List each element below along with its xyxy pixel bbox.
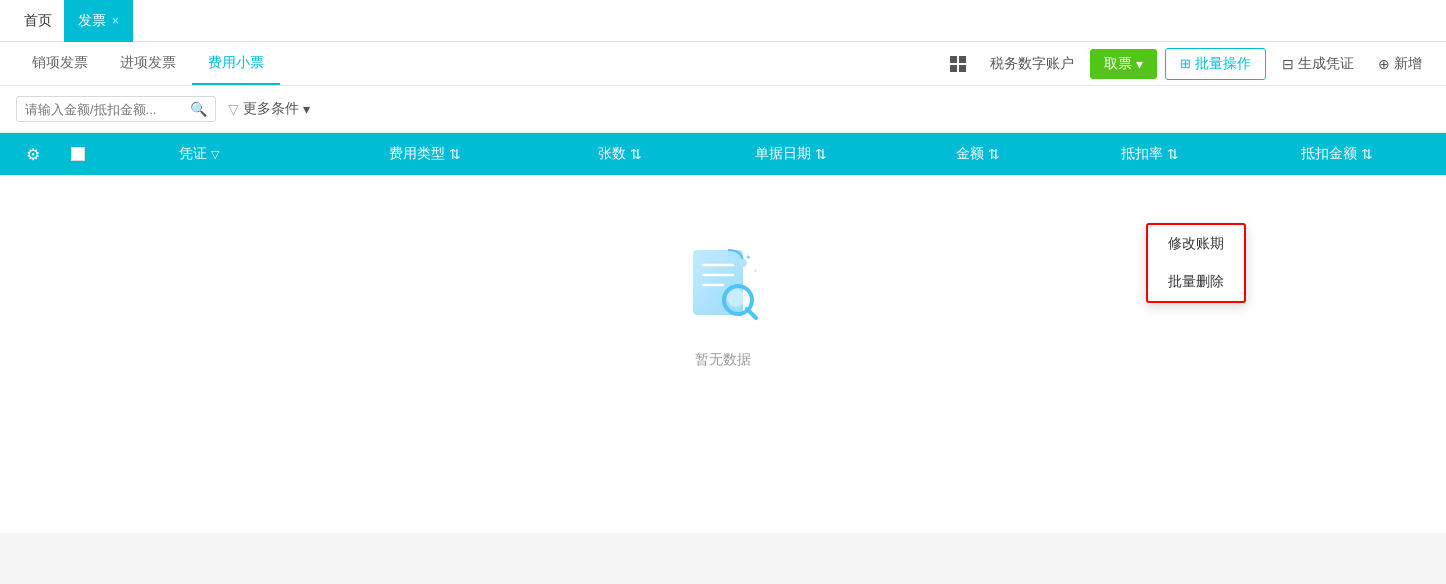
add-button[interactable]: ⊕ 新增 [1370, 49, 1430, 79]
svg-text:✦: ✦ [745, 253, 752, 262]
take-ticket-chevron-icon: ▾ [1136, 56, 1143, 72]
batch-op-icon: ⊞ [1180, 56, 1191, 71]
search-input-wrap[interactable]: 🔍 [16, 96, 216, 122]
search-icon: 🔍 [190, 101, 207, 117]
empty-text: 暂无数据 [695, 351, 751, 369]
th-deduct-rate: 抵扣率 ⇅ [1064, 145, 1235, 163]
batch-op-dropdown: 修改账期 批量删除 [1146, 223, 1246, 303]
search-input[interactable] [25, 102, 184, 117]
batch-op-button[interactable]: ⊞ 批量操作 [1165, 48, 1266, 80]
dropdown-item-modify-period[interactable]: 修改账期 [1148, 225, 1244, 263]
svg-point-6 [727, 289, 745, 307]
add-icon: ⊕ [1378, 56, 1390, 72]
th-checkbox[interactable] [58, 147, 98, 161]
empty-illustration: ✦ ✦ [673, 235, 773, 335]
tax-account-button[interactable]: 税务数字账户 [982, 55, 1082, 73]
add-label: 新增 [1394, 55, 1422, 73]
svg-text:✦: ✦ [753, 268, 758, 274]
gen-voucher-button[interactable]: ⊟ 生成凭证 [1274, 49, 1362, 79]
home-tab[interactable]: 首页 [12, 12, 64, 30]
tab-expense-receipt[interactable]: 费用小票 [192, 42, 280, 85]
sort-icon-deduct-rate[interactable]: ⇅ [1167, 146, 1179, 162]
sort-icon-date[interactable]: ⇅ [815, 146, 827, 162]
sub-tabs-left: 销项发票 进项发票 费用小票 [16, 42, 280, 85]
th-settings[interactable]: ⚙ [8, 145, 58, 164]
th-count: 张数 ⇅ [550, 145, 690, 163]
invoice-tab-label: 发票 [78, 12, 106, 30]
more-filter-label: 更多条件 [243, 100, 299, 118]
qr-icon [950, 56, 966, 72]
more-filter-chevron-icon: ▾ [303, 101, 310, 117]
filter-bar: 🔍 ▽ 更多条件 ▾ [0, 86, 1446, 133]
filter-icon: ▽ [228, 101, 239, 117]
invoice-tab[interactable]: 发票 × [64, 0, 133, 42]
top-nav: 首页 发票 × [0, 0, 1446, 42]
sub-tabs-right: 税务数字账户 取票 ▾ ⊞ 批量操作 ⊟ 生成凭证 ⊕ 新增 [942, 48, 1430, 80]
th-deduct-amount: 抵扣金额 ⇅ [1235, 145, 1438, 163]
batch-op-label: 批量操作 [1195, 55, 1251, 73]
main-content: ⚙ 凭证 ▽ 费用类型 ⇅ 张数 ⇅ 单据日期 ⇅ 金额 ⇅ 抵扣率 ⇅ [0, 133, 1446, 533]
th-date: 单据日期 ⇅ [690, 145, 893, 163]
th-expense-type: 费用类型 ⇅ [301, 145, 550, 163]
th-amount: 金额 ⇅ [893, 145, 1064, 163]
svg-line-7 [747, 309, 756, 318]
dropdown-item-batch-delete[interactable]: 批量删除 [1148, 263, 1244, 301]
select-all-checkbox[interactable] [71, 147, 85, 161]
gen-voucher-icon: ⊟ [1282, 56, 1294, 72]
take-ticket-button[interactable]: 取票 ▾ [1090, 49, 1157, 79]
take-ticket-label: 取票 [1104, 55, 1132, 73]
filter-icon-voucher[interactable]: ▽ [211, 148, 219, 161]
table-header: ⚙ 凭证 ▽ 费用类型 ⇅ 张数 ⇅ 单据日期 ⇅ 金额 ⇅ 抵扣率 ⇅ [0, 133, 1446, 175]
sub-tabs-bar: 销项发票 进项发票 费用小票 税务数字账户 取票 ▾ ⊞ 批量操作 ⊟ [0, 42, 1446, 86]
tab-sales-invoice[interactable]: 销项发票 [16, 42, 104, 85]
more-filter-button[interactable]: ▽ 更多条件 ▾ [228, 100, 310, 118]
close-icon[interactable]: × [112, 14, 119, 28]
th-voucher: 凭证 ▽ [98, 145, 301, 163]
gen-voucher-label: 生成凭证 [1298, 55, 1354, 73]
tab-input-invoice[interactable]: 进项发票 [104, 42, 192, 85]
gear-icon: ⚙ [26, 145, 40, 164]
sort-icon-count[interactable]: ⇅ [630, 146, 642, 162]
sort-icon-amount[interactable]: ⇅ [988, 146, 1000, 162]
sort-icon-expense-type[interactable]: ⇅ [449, 146, 461, 162]
sort-icon-deduct-amount[interactable]: ⇅ [1361, 146, 1373, 162]
qr-code-button[interactable] [942, 48, 974, 80]
